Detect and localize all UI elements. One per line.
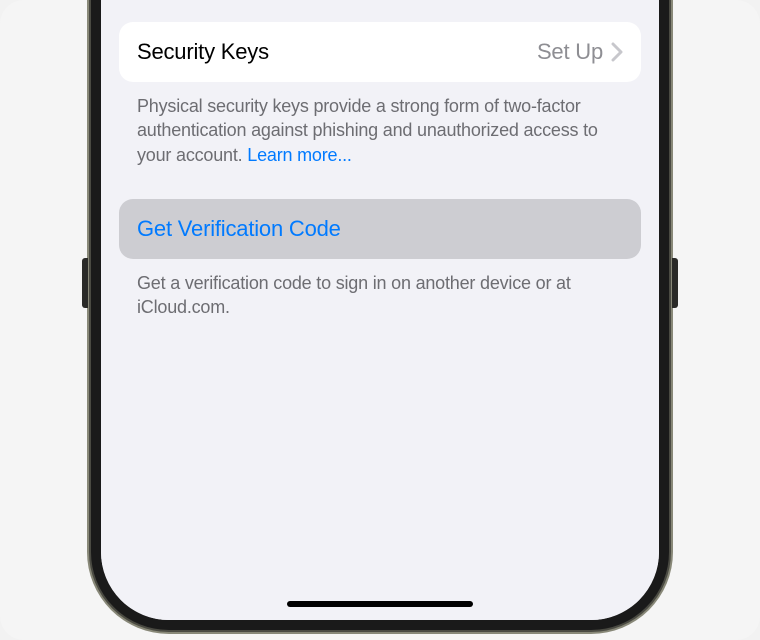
security-keys-label: Security Keys (137, 39, 269, 65)
phone-side-button-right (672, 258, 678, 308)
home-indicator[interactable] (287, 601, 473, 607)
learn-more-link[interactable]: Learn more... (247, 145, 351, 165)
phone-screen: Security Keys Set Up Physical security k… (101, 0, 659, 620)
security-keys-description-text: Physical security keys provide a strong … (137, 96, 598, 165)
container: Security Keys Set Up Physical security k… (0, 0, 760, 640)
phone-frame: Security Keys Set Up Physical security k… (91, 0, 669, 630)
phone-side-button-left (82, 258, 88, 308)
security-keys-value-group: Set Up (537, 39, 623, 65)
get-verification-code-label: Get Verification Code (137, 216, 341, 241)
security-keys-description: Physical security keys provide a strong … (119, 82, 641, 167)
security-keys-row[interactable]: Security Keys Set Up (119, 22, 641, 82)
get-verification-code-button[interactable]: Get Verification Code (119, 199, 641, 259)
chevron-right-icon (611, 42, 623, 62)
security-keys-value: Set Up (537, 39, 603, 65)
verification-code-description: Get a verification code to sign in on an… (119, 259, 641, 320)
